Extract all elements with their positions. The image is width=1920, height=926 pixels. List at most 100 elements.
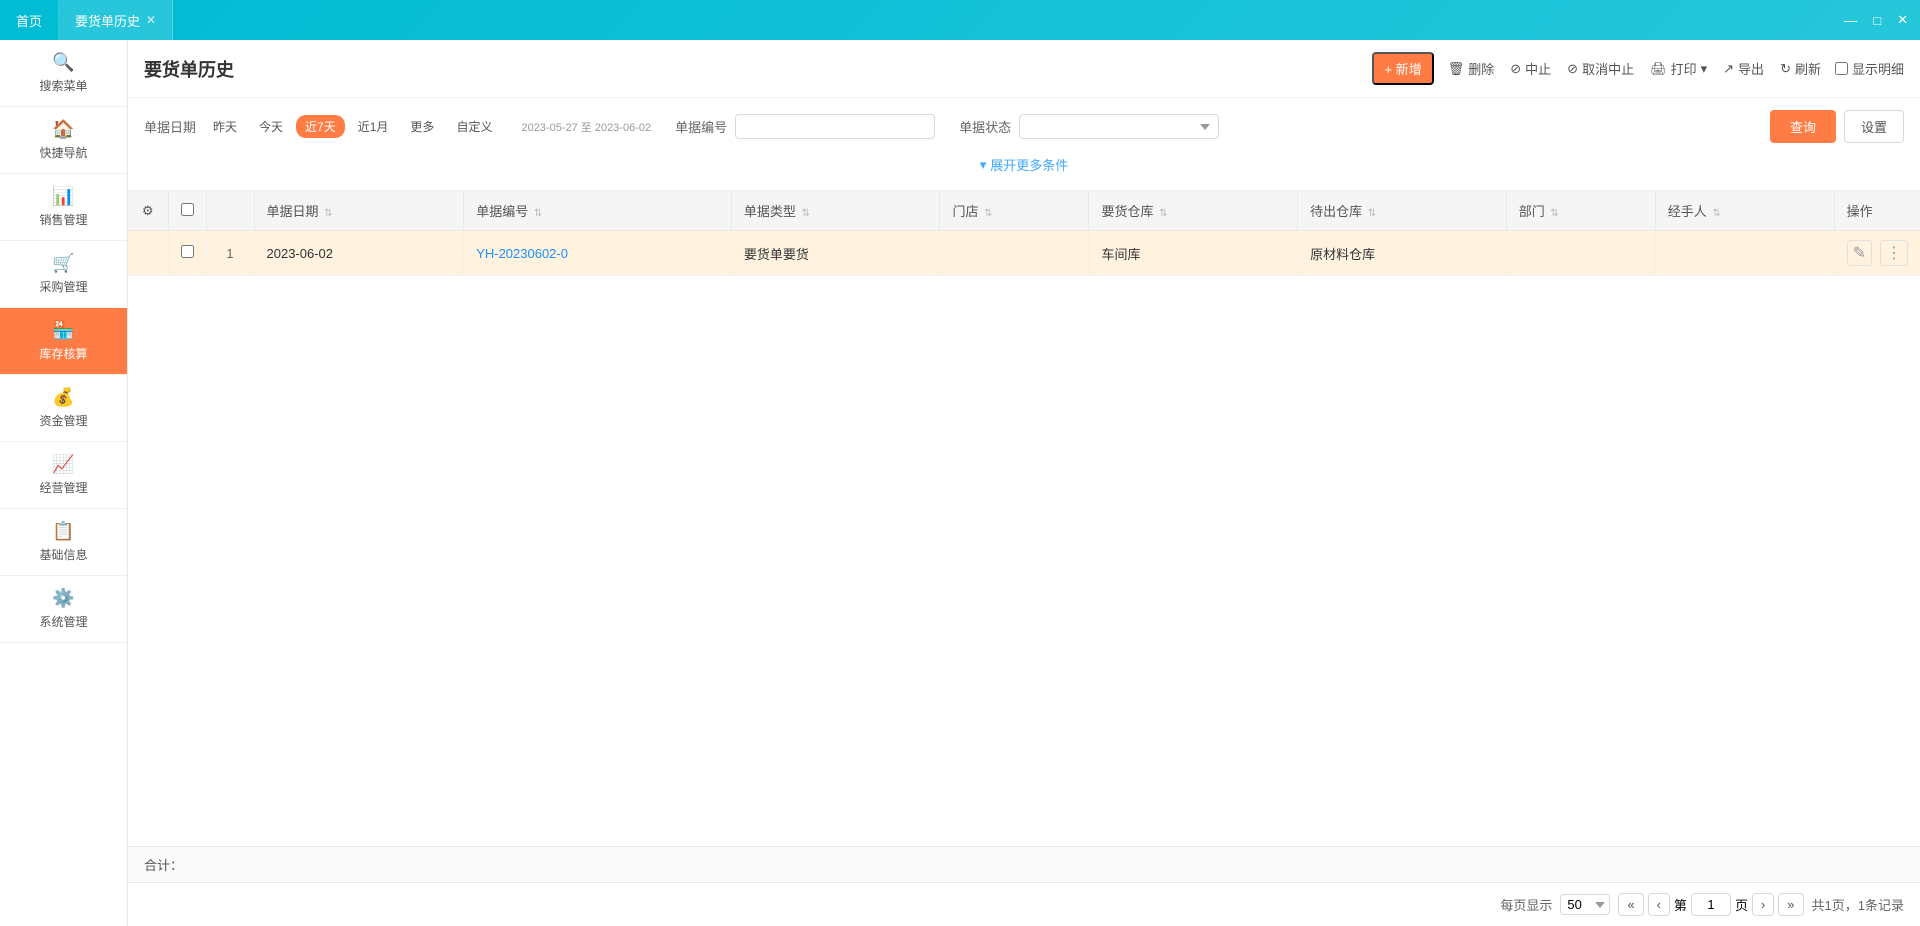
page-nav: « ‹ 第 页 › » [1618,893,1803,916]
export-label: 导出 [1738,59,1764,78]
table-row: 1 2023-06-02 YH-20230602-0 要货单要货 [128,231,1920,276]
refresh-label: 刷新 [1795,59,1821,78]
row-more-icon[interactable]: ⋮ [1880,240,1908,266]
row-pending-warehouse: 原材料仓库 [1310,247,1375,262]
filter-status-select[interactable] [1019,114,1219,139]
expand-more-label: 展开更多条件 [990,155,1068,174]
stop-button[interactable]: ⊘ 中止 [1508,55,1553,82]
sidebar-item-inventory-label: 库存核算 [39,345,87,362]
inventory-icon: 🏪 [52,320,74,341]
td-shop [940,231,1089,276]
sidebar-item-system[interactable]: ⚙️ 系统管理 [0,576,127,643]
date-btn-today[interactable]: 今天 [250,115,292,138]
tab-home[interactable]: 首页 [0,0,59,40]
th-shop: 门店 ⇅ [940,191,1089,231]
delete-button[interactable]: 🗑 删除 [1446,55,1497,82]
row-req-warehouse: 车间库 [1101,247,1140,262]
new-button[interactable]: + 新增 [1372,52,1433,85]
show-detail-checkbox[interactable] [1835,62,1848,75]
print-button[interactable]: 🖨 打印 ▾ [1648,55,1709,82]
export-button[interactable]: ↗ 导出 [1721,55,1766,82]
action-icons: ✎ ⋮ [1847,240,1908,266]
cancel-stop-button[interactable]: ⊘ 取消中止 [1565,55,1636,82]
row-num: 1 [226,246,233,261]
show-detail-checkbox-label[interactable]: 显示明细 [1835,59,1904,78]
table-area: ⚙ 单据日期 ⇅ 单据编号 ⇅ [128,191,1920,846]
filter-status-group: 单据状态 [959,114,1219,139]
sidebar-item-purchase[interactable]: 🛒 采购管理 [0,241,127,308]
th-shop-sort[interactable]: ⇅ [984,208,992,219]
refresh-button[interactable]: ↻ 刷新 [1778,55,1823,82]
quick-nav-icon: 🏠 [52,119,74,140]
delete-icon: 🗑 [1448,61,1465,77]
settings-filter-button[interactable]: 设置 [1844,110,1904,143]
th-pending-warehouse-sort[interactable]: ⇅ [1368,208,1376,219]
main-table: ⚙ 单据日期 ⇅ 单据编号 ⇅ [128,191,1920,276]
delete-label: 删除 [1468,59,1494,78]
sidebar-item-finance-label: 资金管理 [39,412,87,429]
th-handler-label: 经手人 [1668,204,1707,219]
date-btn-custom[interactable]: 自定义 [447,115,501,138]
date-btn-1month[interactable]: 近1月 [349,115,398,138]
filter-docno-input[interactable] [735,114,935,139]
th-settings[interactable]: ⚙ [128,191,168,231]
td-settings-cell [128,231,168,276]
sidebar-item-search-menu[interactable]: 🔍 搜索菜单 [0,40,127,107]
sidebar-item-system-label: 系统管理 [39,613,87,630]
filter-date-btns: 昨天 今天 近7天 近1月 更多 自定义 [204,115,501,138]
td-pending-warehouse: 原材料仓库 [1298,231,1507,276]
top-bar: 首页 要货单历史 ✕ — □ ✕ [0,0,1920,40]
page-size-select[interactable]: 10 20 50 100 [1560,894,1610,915]
page-suffix: 页 [1735,895,1748,914]
sidebar-item-finance[interactable]: 💰 资金管理 [0,375,127,442]
th-doc-no-label: 单据编号 [476,204,528,219]
filter-docno-group: 单据编号 [675,114,935,139]
gear-icon[interactable]: ⚙ [142,203,154,218]
sidebar-item-sales[interactable]: 📊 销售管理 [0,174,127,241]
next-page-btn[interactable]: › [1752,893,1774,916]
sidebar: 🔍 搜索菜单 🏠 快捷导航 📊 销售管理 🛒 采购管理 🏪 库存核算 💰 资金管… [0,40,128,926]
prev-page-btn[interactable]: ‹ [1648,893,1670,916]
window-close-icon[interactable]: ✕ [1897,12,1908,28]
window-maximize-icon[interactable]: □ [1873,13,1881,28]
main-layout: 🔍 搜索菜单 🏠 快捷导航 📊 销售管理 🛒 采购管理 🏪 库存核算 💰 资金管… [0,40,1920,926]
tab-close-icon[interactable]: ✕ [146,13,156,27]
td-handler [1655,231,1834,276]
row-checkbox[interactable] [181,245,194,258]
page-total: 共1页，1条记录 [1812,895,1904,914]
first-page-btn[interactable]: « [1618,893,1643,916]
th-shop-label: 门店 [952,204,978,219]
th-handler-sort[interactable]: ⇅ [1712,208,1720,219]
th-handler: 经手人 ⇅ [1655,191,1834,231]
top-bar-right: — □ ✕ [1832,12,1920,28]
date-btn-more[interactable]: 更多 [401,115,443,138]
sidebar-item-basic-info[interactable]: 📋 基础信息 [0,509,127,576]
sidebar-item-inventory[interactable]: 🏪 库存核算 [0,308,127,375]
date-btn-yesterday[interactable]: 昨天 [204,115,246,138]
th-doc-no-sort[interactable]: ⇅ [534,208,542,219]
th-req-warehouse-label: 要货仓库 [1101,204,1153,219]
cancel-stop-icon: ⊘ [1567,61,1578,77]
row-doc-no-link[interactable]: YH-20230602-0 [476,246,568,261]
td-doc-no: YH-20230602-0 [464,231,732,276]
sidebar-item-operation[interactable]: 📈 经营管理 [0,442,127,509]
expand-more-btn[interactable]: ▾ 展开更多条件 [144,151,1904,178]
th-department: 部门 ⇅ [1506,191,1655,231]
th-doc-type-sort[interactable]: ⇅ [801,208,809,219]
th-department-sort[interactable]: ⇅ [1550,208,1558,219]
th-doc-date-sort[interactable]: ⇅ [324,208,332,219]
page-input[interactable] [1691,893,1731,916]
th-doc-type-label: 单据类型 [744,204,796,219]
last-page-btn[interactable]: » [1778,893,1803,916]
window-minimize-icon[interactable]: — [1844,13,1857,28]
query-button[interactable]: 查询 [1770,110,1836,143]
date-btn-7days[interactable]: 近7天 [296,115,345,138]
td-doc-type: 要货单要货 [731,231,940,276]
row-edit-icon[interactable]: ✎ [1847,240,1872,266]
th-doc-date: 单据日期 ⇅ [254,191,464,231]
select-all-checkbox[interactable] [181,203,194,216]
finance-icon: 💰 [52,387,74,408]
th-req-warehouse-sort[interactable]: ⇅ [1159,208,1167,219]
tab-yhdls[interactable]: 要货单历史 ✕ [59,0,173,40]
sidebar-item-quick-nav[interactable]: 🏠 快捷导航 [0,107,127,174]
